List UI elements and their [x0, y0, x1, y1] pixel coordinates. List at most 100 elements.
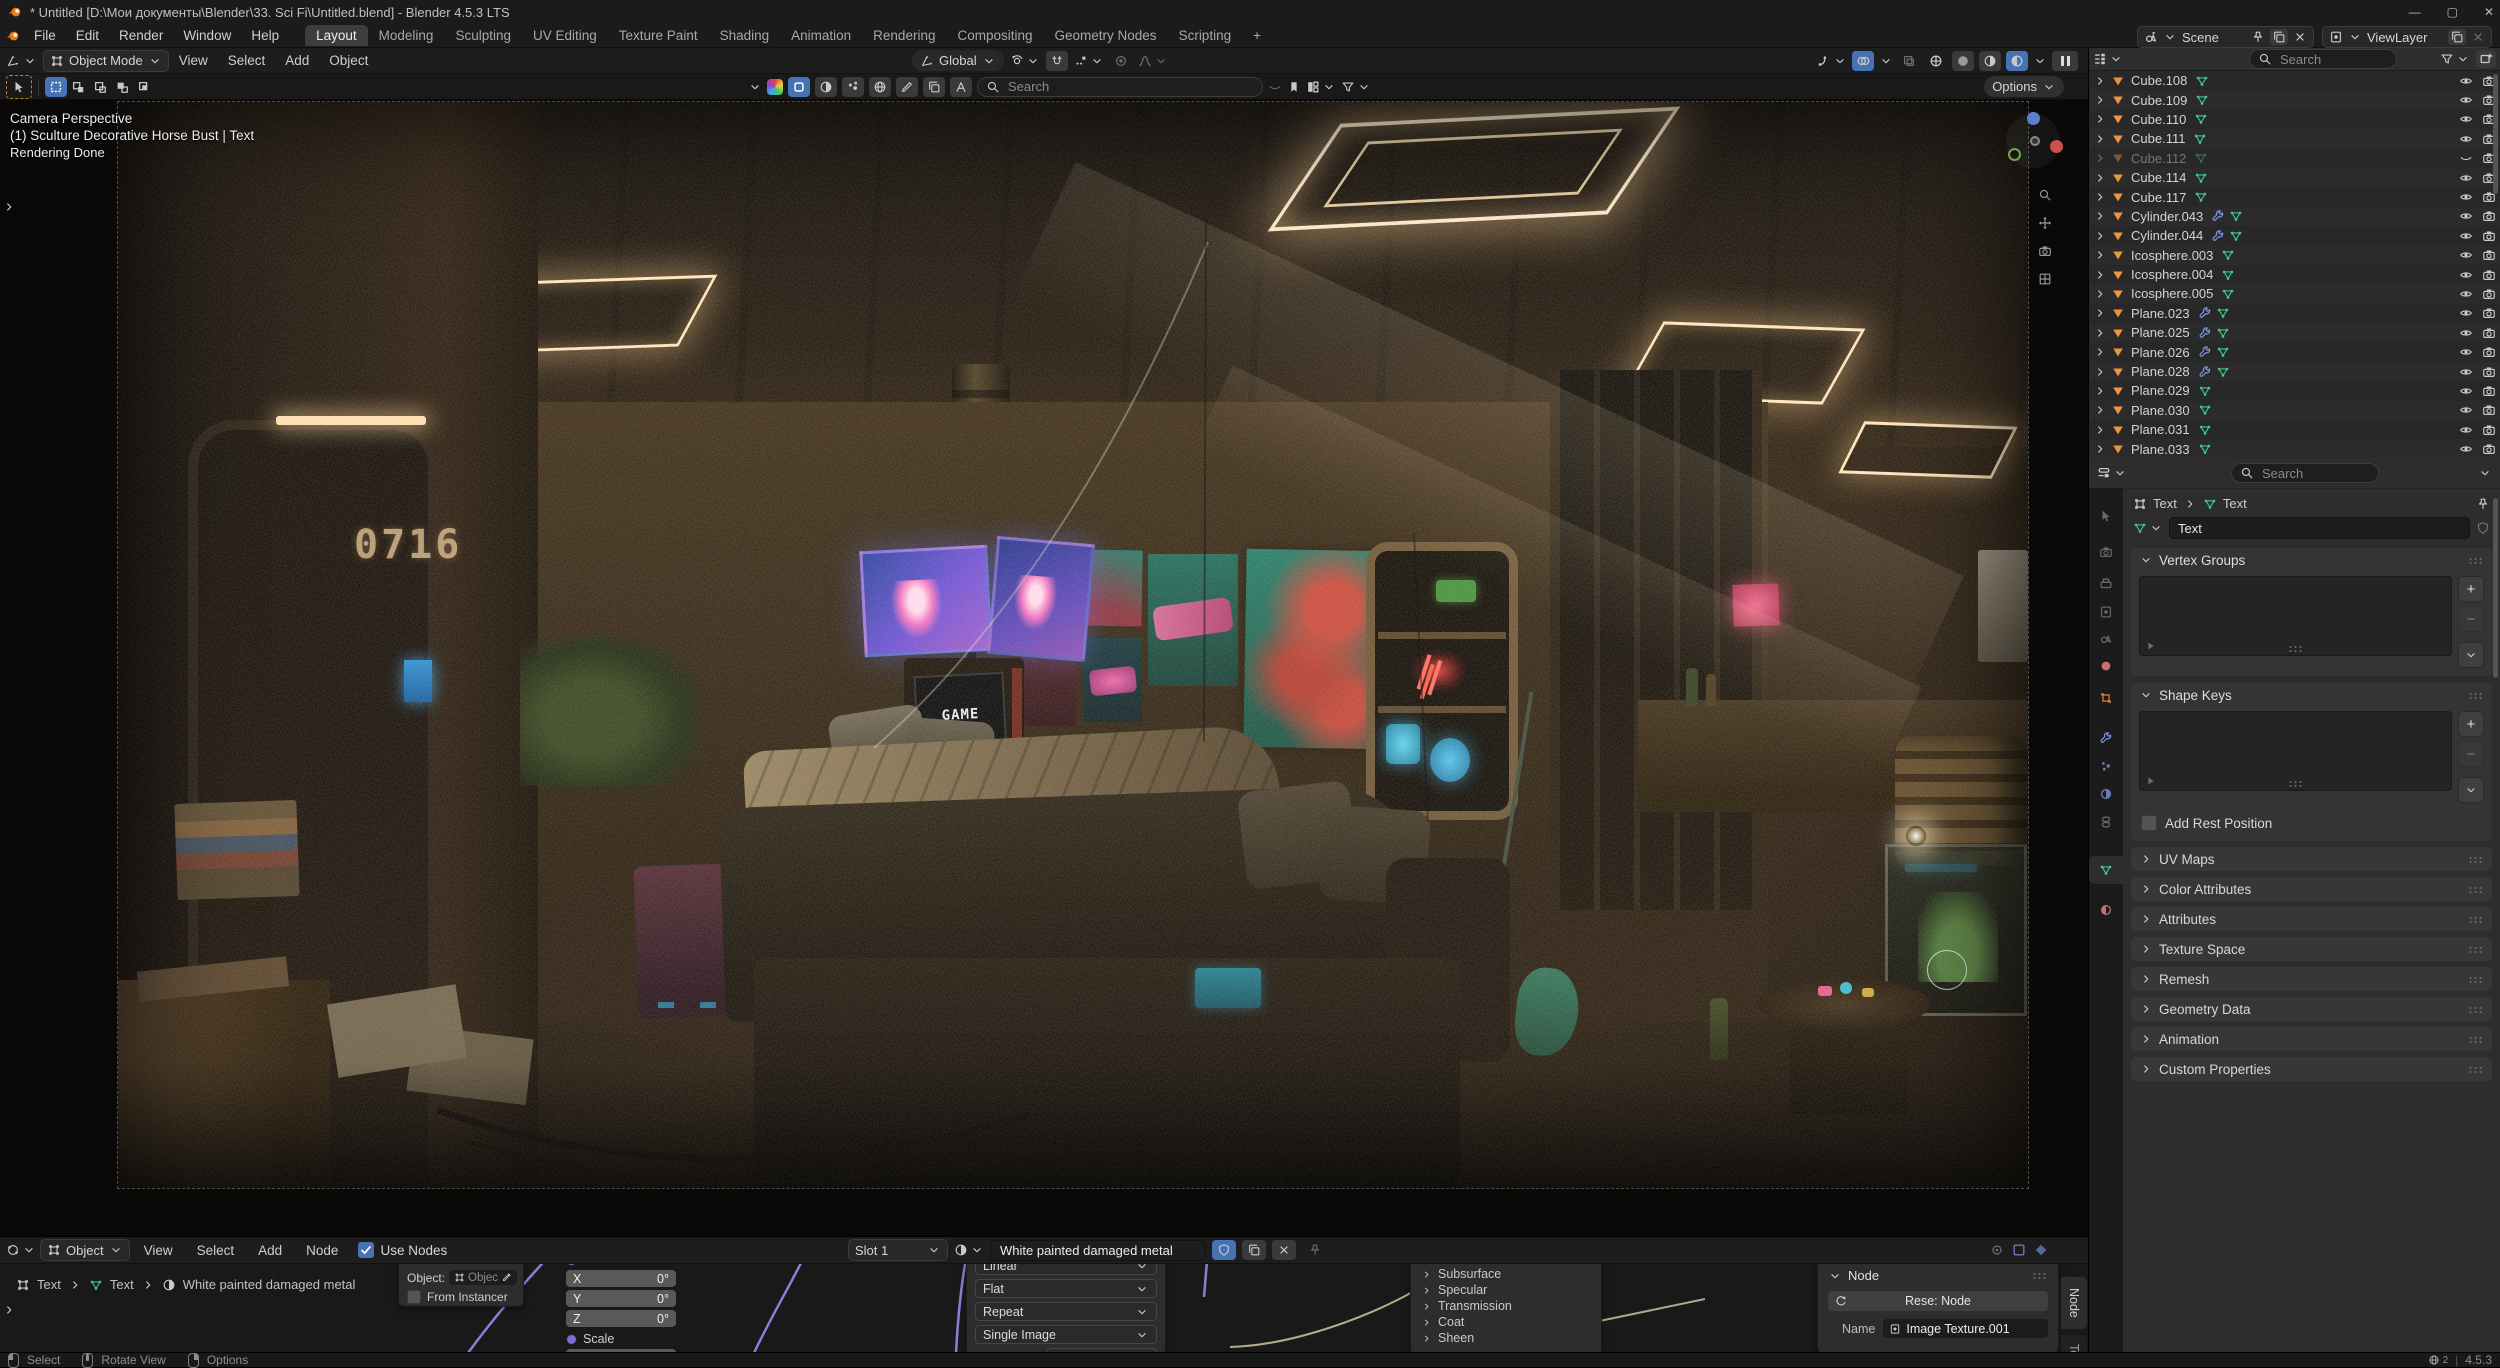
workspace-tab-layout[interactable]: Layout — [305, 25, 368, 46]
outliner-row[interactable]: Plane.033 — [2089, 439, 2500, 458]
source-dropdown[interactable]: Single Image — [975, 1325, 1157, 1344]
snap-settings-dropdown[interactable] — [1074, 54, 1104, 68]
panel-geometry-data[interactable]: Geometry Data — [2131, 997, 2492, 1021]
panel-grip[interactable] — [2468, 1005, 2484, 1013]
filter-objects-toggle[interactable] — [788, 76, 810, 97]
eye-icon[interactable] — [2459, 229, 2473, 243]
shader-menu-view[interactable]: View — [134, 1240, 183, 1261]
tab-tool[interactable] — [2089, 502, 2123, 530]
workspace-tab-uvediting[interactable]: UV Editing — [522, 25, 608, 46]
sidebar-tab-node[interactable]: Node — [2061, 1277, 2087, 1329]
outliner-row[interactable]: Plane.023 — [2089, 304, 2500, 323]
viewlayer-selector[interactable]: ViewLayer — [2322, 26, 2492, 48]
node-name-field[interactable]: Image Texture.001 — [1883, 1319, 2048, 1338]
panel-grip[interactable] — [2468, 1065, 2484, 1073]
scene-selector[interactable]: Scene — [2137, 26, 2314, 48]
shape-key-add-button[interactable]: + — [2458, 711, 2484, 737]
tab-object-data[interactable] — [2089, 856, 2123, 884]
interpolation-dropdown[interactable]: Linear — [975, 1263, 1157, 1275]
viewlayer-copy-button[interactable] — [2448, 29, 2466, 45]
render-visibility-icon[interactable] — [2482, 287, 2496, 301]
outliner-row[interactable]: Icosphere.003 — [2089, 245, 2500, 265]
properties-scrollbar[interactable] — [2493, 498, 2498, 678]
panel-custom-properties[interactable]: Custom Properties — [2131, 1057, 2492, 1081]
active-tool-button[interactable] — [6, 74, 32, 99]
material-copy-button[interactable] — [1242, 1240, 1266, 1260]
gizmos-dropdown[interactable] — [1817, 54, 1847, 68]
outliner-scrollbar[interactable] — [2493, 74, 2498, 194]
outliner-row[interactable]: Cube.111 — [2089, 129, 2500, 149]
add-rest-position-checkbox[interactable] — [2141, 815, 2157, 831]
select-mode-intersect-button[interactable] — [133, 77, 155, 97]
vertex-group-add-button[interactable]: + — [2458, 576, 2484, 602]
overlays-toggle[interactable] — [1852, 50, 1874, 71]
outliner-row[interactable]: Icosphere.004 — [2089, 265, 2500, 284]
transform-orientation-dropdown[interactable]: Global — [912, 50, 1004, 71]
viewport-menu-view[interactable]: View — [169, 50, 218, 71]
expand-icon[interactable] — [2093, 287, 2107, 301]
shader-menu-add[interactable]: Add — [248, 1240, 292, 1261]
tab-viewlayer[interactable] — [2089, 598, 2123, 626]
eye-icon[interactable] — [2459, 306, 2473, 320]
panel-grip[interactable] — [2468, 855, 2484, 863]
list-expand-icon[interactable] — [2144, 774, 2158, 788]
shader-menu-node[interactable]: Node — [296, 1240, 348, 1261]
expand-icon[interactable] — [2093, 268, 2107, 282]
workspace-tab-geometrynodes[interactable]: Geometry Nodes — [1044, 25, 1168, 46]
panel-grip[interactable] — [2468, 915, 2484, 923]
eye-icon[interactable] — [2459, 345, 2473, 359]
projection-dropdown[interactable]: Flat — [975, 1279, 1157, 1298]
maximize-button[interactable]: ▢ — [2447, 5, 2458, 19]
gizmo-z-axis[interactable] — [2027, 112, 2040, 125]
workspace-tab-texturepaint[interactable]: Texture Paint — [608, 25, 709, 46]
eye-icon[interactable] — [2459, 74, 2473, 88]
socket-subsurface[interactable]: Subsurface — [1411, 1266, 1601, 1282]
select-mode-subtract-button[interactable] — [89, 77, 111, 97]
workspace-tab-add[interactable]: + — [1242, 25, 1272, 46]
menu-render[interactable]: Render — [109, 25, 173, 46]
outliner-row[interactable]: Cube.110 — [2089, 110, 2500, 129]
linked-scene-icon[interactable] — [2012, 1243, 2026, 1257]
panel-texture-space[interactable]: Texture Space — [2131, 937, 2492, 961]
expand-icon[interactable] — [2093, 345, 2107, 359]
move-view-icon[interactable] — [2038, 216, 2052, 230]
chevron-down-icon[interactable] — [1828, 1269, 1842, 1283]
chevron-down-icon[interactable] — [2033, 54, 2047, 68]
panel-animation[interactable]: Animation — [2131, 1027, 2492, 1051]
scale-socket[interactable] — [566, 1333, 577, 1345]
list-resize-grip[interactable] — [2287, 780, 2304, 787]
viewport-menu-add[interactable]: Add — [275, 50, 319, 71]
menu-window[interactable]: Window — [173, 25, 241, 46]
eye-icon[interactable] — [2459, 248, 2473, 262]
reset-node-button[interactable]: Rese: Node — [1828, 1291, 2048, 1311]
panel-grip[interactable] — [2468, 885, 2484, 893]
filter-fonts-toggle[interactable] — [950, 76, 972, 97]
datablock-name-field[interactable]: Text — [2169, 517, 2470, 539]
outliner-row[interactable]: Icosphere.005 — [2089, 284, 2500, 304]
pause-render-button[interactable] — [2052, 50, 2078, 71]
socket-specular[interactable]: Specular — [1411, 1282, 1601, 1298]
panel-grip[interactable] — [2468, 975, 2484, 983]
render-visibility-icon[interactable] — [2482, 345, 2496, 359]
node-image-texture[interactable]: Linear Flat Repeat Single Image Color Sp… — [966, 1263, 1166, 1353]
filter-brushes-toggle[interactable] — [896, 76, 918, 97]
pin-icon[interactable] — [2251, 30, 2265, 44]
shader-canvas[interactable]: Text Text White painted damaged metal Ob… — [0, 1263, 2088, 1353]
select-mode-extend-button[interactable] — [67, 77, 89, 97]
outliner-filter-dropdown[interactable] — [2440, 52, 2470, 66]
filter-materials-toggle[interactable] — [815, 76, 837, 97]
outliner-row[interactable]: Cylinder.044 — [2089, 226, 2500, 245]
tool-search-input[interactable] — [1006, 78, 1180, 95]
shading-wireframe-button[interactable] — [1925, 51, 1947, 71]
navigation-gizmo[interactable] — [2006, 112, 2063, 168]
rotation-z-field[interactable]: Z 0° — [566, 1310, 676, 1327]
eye-icon[interactable] — [2459, 442, 2473, 456]
panel-remesh[interactable]: Remesh — [2131, 967, 2492, 991]
from-instancer-checkbox[interactable] — [407, 1290, 421, 1304]
render-visibility-icon[interactable] — [2482, 442, 2496, 456]
eye-icon[interactable] — [2459, 209, 2473, 223]
xray-toggle[interactable] — [1898, 51, 1920, 71]
scene-copy-button[interactable] — [2270, 29, 2288, 45]
expand-icon[interactable] — [2093, 74, 2107, 88]
shading-material-button[interactable] — [1979, 50, 2001, 71]
